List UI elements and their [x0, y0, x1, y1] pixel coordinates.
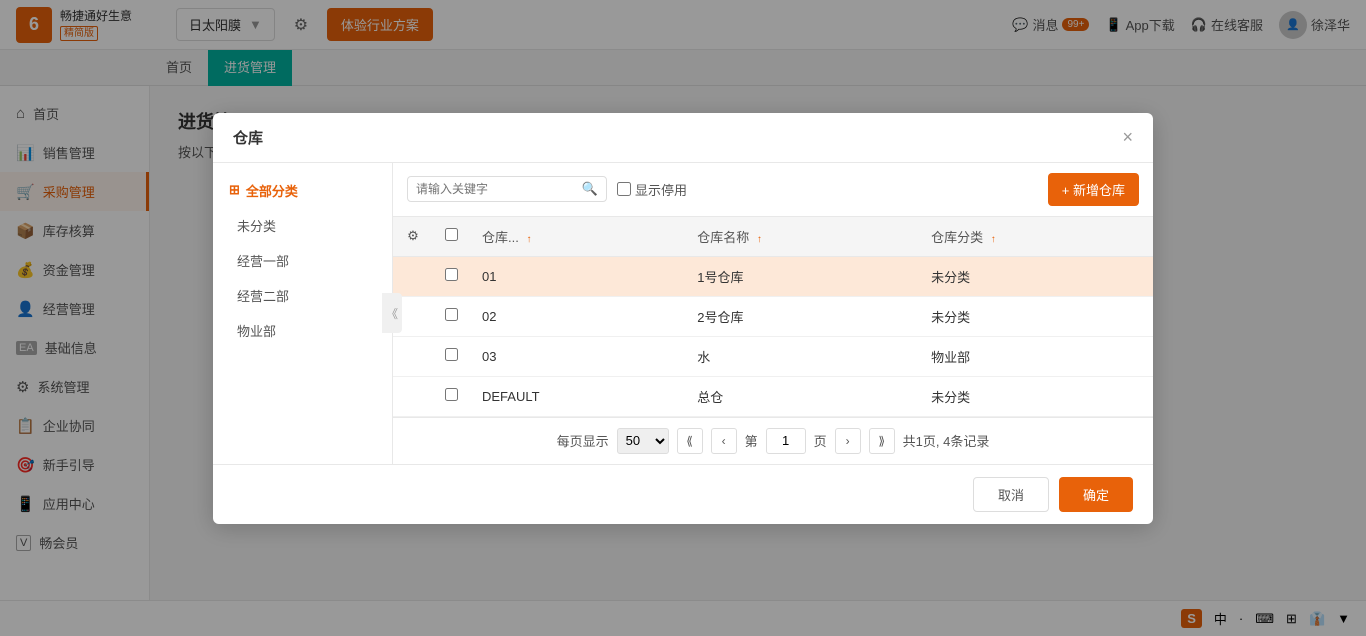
- modal-title: 仓库: [233, 127, 263, 148]
- row-checkbox-cell: [433, 256, 470, 296]
- table-toolbar: 🔍 显示停用 + 新增仓库: [393, 163, 1153, 217]
- row-checkbox[interactable]: [445, 308, 458, 321]
- row-name: 水: [685, 336, 919, 376]
- sort-icon-cat: ↑: [991, 234, 996, 245]
- col-name[interactable]: 仓库名称 ↑: [685, 217, 919, 257]
- confirm-button[interactable]: 确定: [1059, 477, 1133, 512]
- category-header[interactable]: ⊞ 全部分类: [213, 173, 392, 208]
- per-page-select[interactable]: 50 100 200: [617, 428, 669, 454]
- pagination: 每页显示 50 100 200 ⟪ ‹ 第 页 › ⟫ 共1页, 4条记录: [393, 417, 1153, 464]
- row-checkbox-cell: [433, 296, 470, 336]
- cancel-button[interactable]: 取消: [973, 477, 1049, 512]
- category-item-uncategorized[interactable]: 未分类: [213, 208, 392, 243]
- show-disabled-checkbox[interactable]: [617, 182, 631, 196]
- table-header-row: ⚙ 仓库... ↑ 仓库名称 ↑ 仓库分类 ↑: [393, 217, 1153, 257]
- sort-icon-name: ↑: [757, 234, 762, 245]
- row-no: 03: [470, 336, 685, 376]
- table-row[interactable]: 03 水 物业部: [393, 336, 1153, 376]
- row-no: 02: [470, 296, 685, 336]
- row-category: 未分类: [919, 256, 1153, 296]
- add-warehouse-button[interactable]: + 新增仓库: [1048, 173, 1139, 206]
- next-page-button[interactable]: ›: [835, 428, 861, 454]
- row-category: 未分类: [919, 296, 1153, 336]
- grid-icon: ⊞: [229, 182, 240, 198]
- page-input[interactable]: [766, 428, 806, 454]
- row-name: 总仓: [685, 376, 919, 416]
- show-disabled-checkbox-group: 显示停用: [617, 180, 687, 199]
- col-settings: ⚙: [393, 217, 433, 257]
- row-actions: [393, 336, 433, 376]
- row-checkbox[interactable]: [445, 388, 458, 401]
- total-record-label: 共1页, 4条记录: [903, 431, 990, 450]
- search-input[interactable]: [416, 182, 582, 196]
- warehouse-modal: 仓库 × ⊞ 全部分类 未分类 经营一部 经营二部 物业部 《: [213, 113, 1153, 524]
- modal-footer: 取消 确定: [213, 464, 1153, 524]
- table-row[interactable]: DEFAULT 总仓 未分类: [393, 376, 1153, 416]
- close-button[interactable]: ×: [1122, 127, 1133, 148]
- row-category: 物业部: [919, 336, 1153, 376]
- row-checkbox-cell: [433, 376, 470, 416]
- modal-header: 仓库 ×: [213, 113, 1153, 163]
- modal-body: ⊞ 全部分类 未分类 经营一部 经营二部 物业部 《 🔍: [213, 163, 1153, 464]
- category-item-ops2[interactable]: 经营二部: [213, 278, 392, 313]
- collapse-panel-button[interactable]: 《: [382, 293, 402, 333]
- col-code[interactable]: 仓库... ↑: [470, 217, 685, 257]
- first-page-button[interactable]: ⟪: [677, 428, 703, 454]
- search-icon[interactable]: 🔍: [582, 181, 598, 197]
- row-checkbox[interactable]: [445, 268, 458, 281]
- prev-page-button[interactable]: ‹: [711, 428, 737, 454]
- data-table: ⚙ 仓库... ↑ 仓库名称 ↑ 仓库分类 ↑ 01: [393, 217, 1153, 417]
- row-name: 2号仓库: [685, 296, 919, 336]
- row-actions: [393, 256, 433, 296]
- row-no: 01: [470, 256, 685, 296]
- row-category: 未分类: [919, 376, 1153, 416]
- table-row[interactable]: 02 2号仓库 未分类: [393, 296, 1153, 336]
- row-name: 1号仓库: [685, 256, 919, 296]
- category-panel: ⊞ 全部分类 未分类 经营一部 经营二部 物业部 《: [213, 163, 393, 464]
- select-all-checkbox[interactable]: [445, 228, 458, 241]
- table-row[interactable]: 01 1号仓库 未分类: [393, 256, 1153, 296]
- category-item-ops1[interactable]: 经营一部: [213, 243, 392, 278]
- col-checkbox: [433, 217, 470, 257]
- row-checkbox[interactable]: [445, 348, 458, 361]
- row-checkbox-cell: [433, 336, 470, 376]
- table-panel: 🔍 显示停用 + 新增仓库 ⚙: [393, 163, 1153, 464]
- sort-icon: ↑: [526, 234, 531, 245]
- row-no: DEFAULT: [470, 376, 685, 416]
- search-box: 🔍: [407, 176, 607, 202]
- last-page-button[interactable]: ⟫: [869, 428, 895, 454]
- col-category[interactable]: 仓库分类 ↑: [919, 217, 1153, 257]
- modal-overlay: 仓库 × ⊞ 全部分类 未分类 经营一部 经营二部 物业部 《: [0, 0, 1366, 636]
- category-item-property[interactable]: 物业部: [213, 313, 392, 348]
- row-actions: [393, 376, 433, 416]
